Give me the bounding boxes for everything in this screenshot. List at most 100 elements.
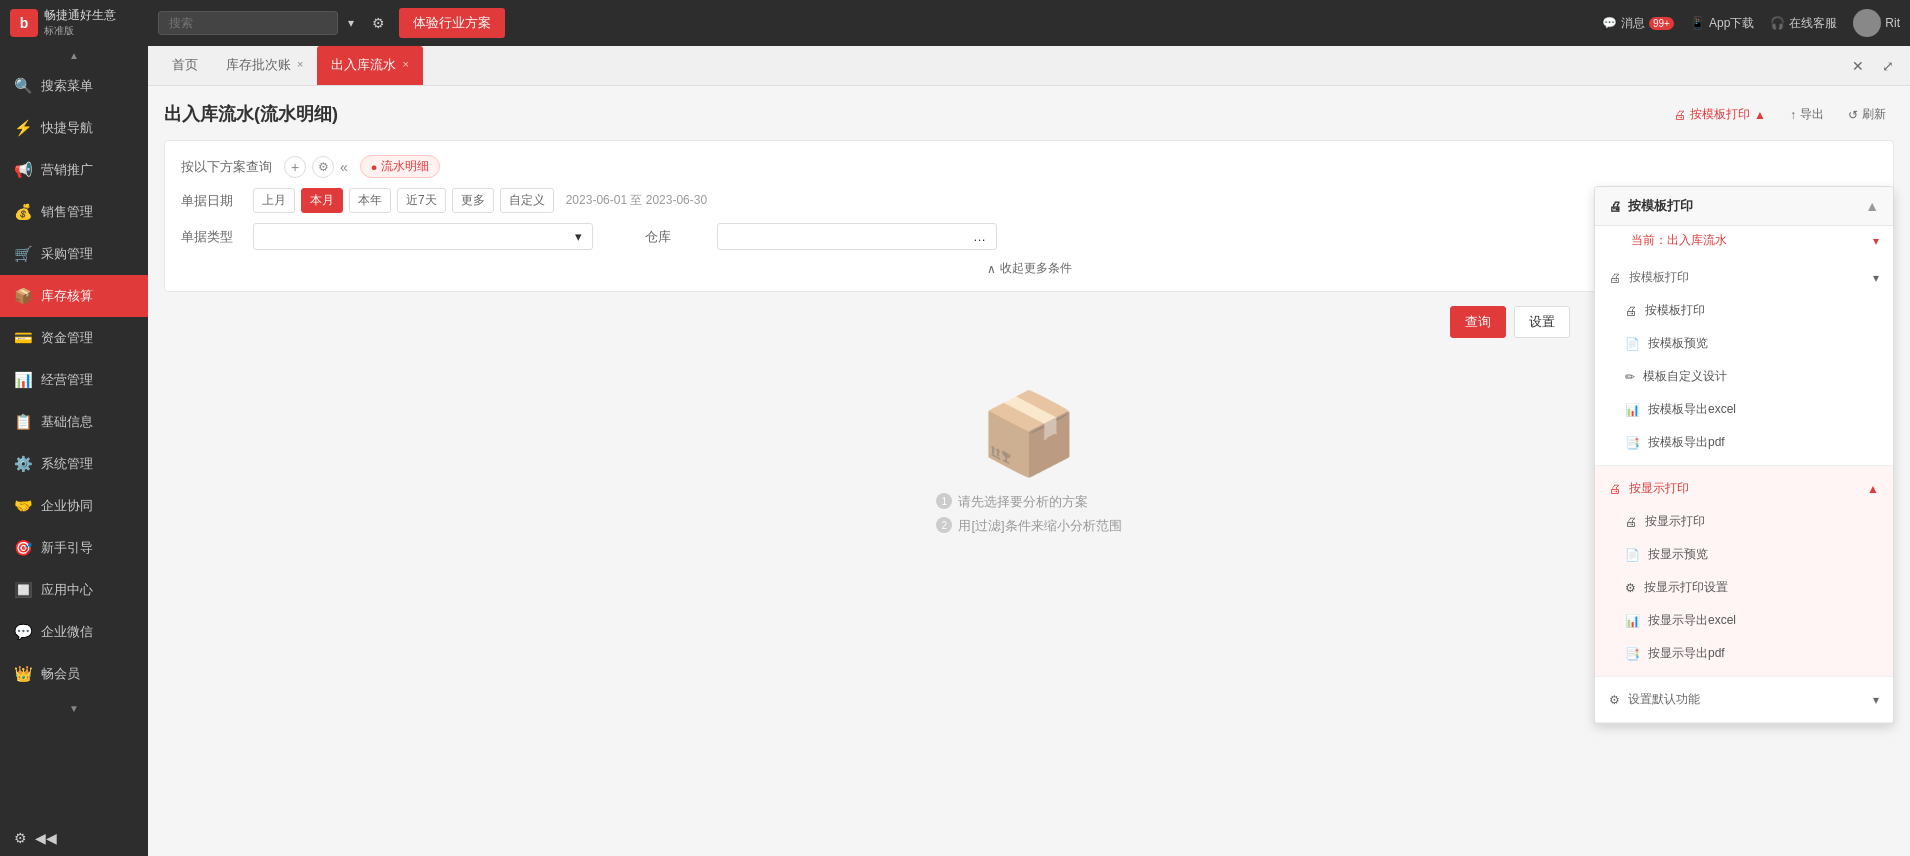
- doc-type-label: 单据类型: [181, 228, 241, 246]
- app-download-icon: 📱: [1690, 16, 1705, 30]
- sidebar-item-quick-nav[interactable]: ⚡ 快捷导航: [0, 107, 148, 149]
- print-item-display-preview[interactable]: 📄 按显示预览: [1595, 538, 1893, 571]
- sidebar-collapse-btn[interactable]: ◀◀: [35, 830, 57, 846]
- export-btn[interactable]: ↑ 导出: [1782, 102, 1832, 127]
- date-btn-this-year[interactable]: 本年: [349, 188, 391, 213]
- template-print-section-icon: 🖨: [1609, 271, 1621, 285]
- date-btn-custom[interactable]: 自定义: [500, 188, 554, 213]
- tab-close-btn[interactable]: ✕: [1846, 54, 1870, 78]
- filter-settings-icon-btn[interactable]: ⚙: [312, 156, 334, 178]
- print-section-defaults-header[interactable]: ⚙ 设置默认功能 ▾: [1595, 683, 1893, 716]
- tab-expand-btn[interactable]: ⤢: [1876, 54, 1900, 78]
- tab-batch-account-close[interactable]: ×: [297, 59, 303, 70]
- tab-home-label: 首页: [172, 56, 198, 74]
- filter-collapse-left-btn[interactable]: «: [340, 159, 348, 175]
- print-item-template-print[interactable]: 🖨 按模板打印: [1595, 294, 1893, 327]
- sidebar-item-label: 企业微信: [41, 623, 93, 641]
- date-btn-this-month[interactable]: 本月: [301, 188, 343, 213]
- sidebar-item-app-center[interactable]: 🔲 应用中心: [0, 569, 148, 611]
- scroll-up-icon[interactable]: ▲: [69, 50, 79, 61]
- print-section-template-header[interactable]: 🖨 按模板打印 ▾: [1595, 261, 1893, 294]
- tab-inout-flow-close[interactable]: ×: [402, 59, 408, 70]
- date-btn-last-month[interactable]: 上月: [253, 188, 295, 213]
- date-btn-last-7[interactable]: 近7天: [397, 188, 446, 213]
- app-name: 畅捷通好生意: [44, 8, 116, 24]
- filter-label: 按以下方案查询: [181, 158, 272, 176]
- sidebar-item-sales[interactable]: 💰 销售管理: [0, 191, 148, 233]
- template-custom-icon: ✏: [1625, 370, 1635, 384]
- app-badge: 标准版: [44, 24, 116, 38]
- empty-tip-2: 2 用[过滤]条件来缩小分析范围: [936, 517, 1121, 535]
- sidebar-item-enterprise[interactable]: 🤝 企业协同: [0, 485, 148, 527]
- print-current-label: 当前：出入库流水: [1631, 232, 1727, 249]
- system-icon: ⚙️: [14, 455, 33, 473]
- user-profile-btn[interactable]: Rit: [1853, 9, 1900, 37]
- sidebar-item-guide[interactable]: 🎯 新手引导: [0, 527, 148, 569]
- sidebar-item-purchase[interactable]: 🛒 采购管理: [0, 233, 148, 275]
- sidebar-item-finance[interactable]: 💳 资金管理: [0, 317, 148, 359]
- empty-tip-1: 1 请先选择要分析的方案: [936, 493, 1121, 511]
- filter-add-btn[interactable]: +: [284, 156, 306, 178]
- print-template-btn[interactable]: 🖨 按模板打印 ▲: [1666, 102, 1774, 127]
- finance-icon: 💳: [14, 329, 33, 347]
- print-item-display-print[interactable]: 🖨 按显示打印: [1595, 505, 1893, 538]
- tab-home[interactable]: 首页: [158, 46, 212, 85]
- warehouse-dropdown[interactable]: …: [717, 223, 997, 250]
- print-panel-header: 🖨 按模板打印 ▲: [1595, 187, 1893, 226]
- filter-actions: + ⚙ «: [284, 156, 348, 178]
- print-panel: 🖨 按模板打印 ▲ 当前：出入库流水 ▾ 🖨 按模板打印: [1594, 186, 1894, 724]
- refresh-btn[interactable]: ↺ 刷新: [1840, 102, 1894, 127]
- trial-btn[interactable]: 体验行业方案: [399, 8, 505, 38]
- sidebar-item-system[interactable]: ⚙️ 系统管理: [0, 443, 148, 485]
- empty-tips: 1 请先选择要分析的方案 2 用[过滤]条件来缩小分析范围: [936, 493, 1121, 541]
- sidebar-item-label: 系统管理: [41, 455, 93, 473]
- header-search-dropdown[interactable]: ▾: [344, 12, 358, 34]
- sidebar-scroll-up[interactable]: ▲: [0, 46, 148, 65]
- print-section-display: 🖨 按显示打印 ▲ 🖨 按显示打印 📄 按显示预览 ⚙: [1595, 466, 1893, 677]
- page-content: 🖨 按模板打印 ▲ ↑ 导出 ↺ 刷新 出入库流水(流水明细) 按以下方案查询: [148, 86, 1910, 856]
- sidebar-item-business[interactable]: 📊 经营管理: [0, 359, 148, 401]
- print-item-template-preview[interactable]: 📄 按模板预览: [1595, 327, 1893, 360]
- sidebar-item-inventory[interactable]: 📦 库存核算: [0, 275, 148, 317]
- display-print-icon: 🖨: [1625, 515, 1637, 529]
- filter-active-tag[interactable]: ● 流水明细: [360, 155, 441, 178]
- query-btn[interactable]: 查询: [1450, 306, 1506, 338]
- print-item-display-pdf[interactable]: 📑 按显示导出pdf: [1595, 637, 1893, 670]
- empty-icon: 📦: [979, 387, 1079, 481]
- sidebar-item-vip[interactable]: 👑 畅会员: [0, 653, 148, 695]
- sidebar-item-marketing[interactable]: 📢 营销推广: [0, 149, 148, 191]
- print-item-display-settings[interactable]: ⚙ 按显示打印设置: [1595, 571, 1893, 604]
- message-badge: 99+: [1649, 17, 1674, 30]
- print-panel-chevron[interactable]: ▲: [1865, 198, 1879, 214]
- tab-inout-flow[interactable]: 出入库流水 ×: [317, 46, 422, 85]
- print-item-template-excel[interactable]: 📊 按模板导出excel: [1595, 393, 1893, 426]
- app-download-btn[interactable]: 📱 App下载: [1690, 15, 1754, 32]
- header-search-input[interactable]: [158, 11, 338, 35]
- enterprise-icon: 🤝: [14, 497, 33, 515]
- print-item-template-pdf[interactable]: 📑 按模板导出pdf: [1595, 426, 1893, 459]
- print-item-display-excel[interactable]: 📊 按显示导出excel: [1595, 604, 1893, 637]
- tab-batch-account[interactable]: 库存批次账 ×: [212, 46, 317, 85]
- print-item-template-custom[interactable]: ✏ 模板自定义设计: [1595, 360, 1893, 393]
- settings-btn[interactable]: 设置: [1514, 306, 1570, 338]
- message-btn[interactable]: 💬 消息 99+: [1602, 15, 1674, 32]
- sidebar-item-basic-info[interactable]: 📋 基础信息: [0, 401, 148, 443]
- sidebar: ▲ 🔍 搜索菜单 ⚡ 快捷导航 📢 营销推广 💰 销售管理 🛒 采购管理 📦 库…: [0, 46, 148, 856]
- customer-service-btn[interactable]: 🎧 在线客服: [1770, 15, 1837, 32]
- filter-tag-label: 流水明细: [381, 158, 429, 175]
- print-template-label: 按模板打印: [1690, 106, 1750, 123]
- sidebar-settings-btn[interactable]: ⚙: [14, 830, 27, 846]
- collapse-more-btn[interactable]: ∧ 收起更多条件: [987, 260, 1072, 277]
- page-toolbar: 🖨 按模板打印 ▲ ↑ 导出 ↺ 刷新: [1666, 102, 1894, 127]
- date-btn-more[interactable]: 更多: [452, 188, 494, 213]
- sidebar-item-wechat[interactable]: 💬 企业微信: [0, 611, 148, 653]
- logo-area: b 畅捷通好生意 标准版: [10, 8, 150, 38]
- sidebar-item-label: 经营管理: [41, 371, 93, 389]
- doc-type-dropdown[interactable]: ▾: [253, 223, 593, 250]
- sidebar-scroll-down[interactable]: ▼: [0, 699, 148, 718]
- export-label: 导出: [1800, 106, 1824, 123]
- scroll-down-icon[interactable]: ▼: [69, 703, 79, 714]
- sidebar-item-search-menu[interactable]: 🔍 搜索菜单: [0, 65, 148, 107]
- header-gear-btn[interactable]: ⚙: [364, 11, 393, 35]
- print-section-display-header[interactable]: 🖨 按显示打印 ▲: [1595, 472, 1893, 505]
